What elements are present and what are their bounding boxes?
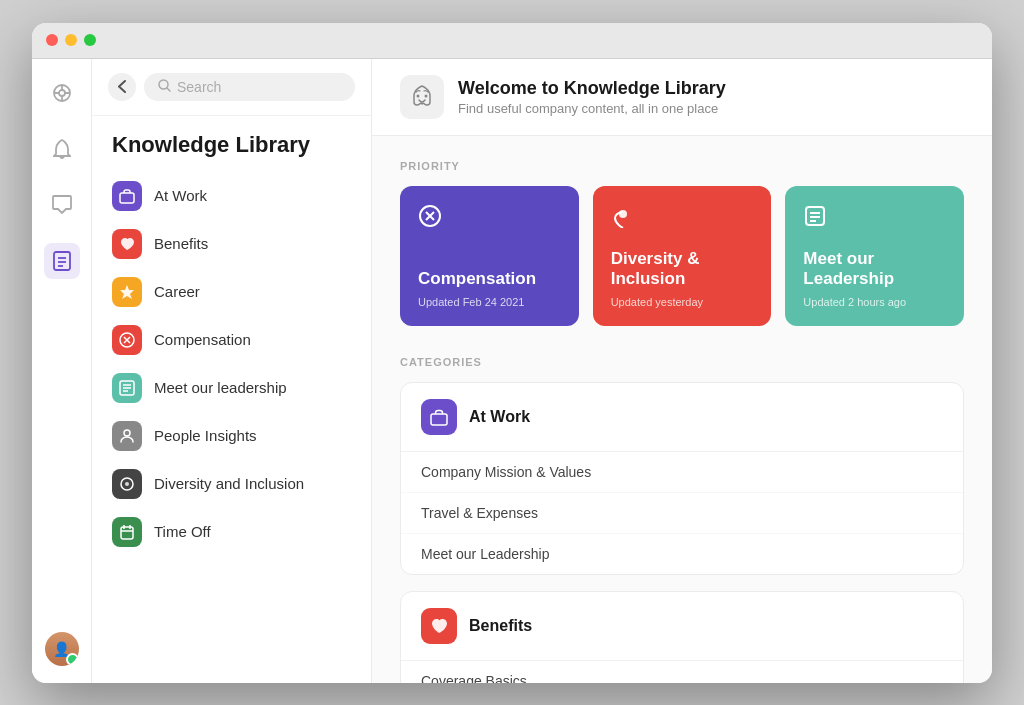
card-icon	[803, 204, 946, 234]
workspace-icon[interactable]	[44, 75, 80, 111]
card-updated: Updated 2 hours ago	[803, 296, 946, 308]
nav-item-label: Benefits	[154, 235, 208, 252]
sidebar-item[interactable]: People Insights	[92, 412, 371, 460]
nav-item-label: Meet our leadership	[154, 379, 287, 396]
header-icon	[400, 75, 444, 119]
left-panel: Knowledge Library At Work Benefits Caree…	[92, 59, 372, 683]
notification-icon[interactable]	[44, 131, 80, 167]
priority-card[interactable]: Compensation Updated Feb 24 2021	[400, 186, 579, 326]
icon-nav: 👤	[32, 59, 92, 683]
category-icon	[421, 608, 457, 644]
header-text: Welcome to Knowledge Library Find useful…	[458, 78, 726, 116]
category-name: Benefits	[469, 617, 532, 635]
chat-icon[interactable]	[44, 187, 80, 223]
card-updated: Updated yesterday	[611, 296, 754, 308]
card-title: Meet our Leadership	[803, 249, 946, 290]
category-icon	[421, 399, 457, 435]
nav-item-label: Compensation	[154, 331, 251, 348]
categories-label: CATEGORIES	[400, 356, 964, 368]
search-input-wrap[interactable]	[144, 73, 355, 101]
sidebar-item[interactable]: Diversity and Inclusion	[92, 460, 371, 508]
nav-item-icon	[112, 229, 142, 259]
back-button[interactable]	[108, 73, 136, 101]
nav-item-label: At Work	[154, 187, 207, 204]
category-header: At Work	[401, 383, 963, 452]
card-title: Compensation	[418, 269, 561, 289]
category-block: At Work Company Mission & Values Travel …	[400, 382, 964, 575]
svg-point-23	[125, 482, 129, 486]
main-header: Welcome to Knowledge Library Find useful…	[372, 59, 992, 136]
svg-point-28	[417, 94, 420, 97]
svg-rect-6	[54, 252, 70, 270]
nav-item-icon	[112, 277, 142, 307]
avatar-icon[interactable]: 👤	[44, 631, 80, 667]
sidebar-item[interactable]: Meet our leadership	[92, 364, 371, 412]
traffic-lights	[46, 34, 96, 46]
nav-item-label: Career	[154, 283, 200, 300]
svg-rect-24	[121, 527, 133, 539]
sidebar-item[interactable]: Career	[92, 268, 371, 316]
nav-item-label: Time Off	[154, 523, 211, 540]
close-button[interactable]	[46, 34, 58, 46]
category-block: Benefits Coverage Basics Health & Wellne…	[400, 591, 964, 683]
maximize-button[interactable]	[84, 34, 96, 46]
content-area: PRIORITY Compensation Updated Feb 24 202…	[372, 136, 992, 683]
priority-card[interactable]: Diversity & Inclusion Updated yesterday	[593, 186, 772, 326]
category-header: Benefits	[401, 592, 963, 661]
nav-item-icon	[112, 325, 142, 355]
sidebar-item[interactable]: Time Off	[92, 508, 371, 556]
category-item[interactable]: Company Mission & Values	[401, 452, 963, 493]
app-window: 👤	[32, 23, 992, 683]
main-content: Welcome to Knowledge Library Find useful…	[372, 59, 992, 683]
category-item[interactable]: Travel & Expenses	[401, 493, 963, 534]
svg-point-1	[59, 90, 65, 96]
app-body: 👤	[32, 59, 992, 683]
nav-item-icon	[112, 469, 142, 499]
nav-item-icon	[112, 373, 142, 403]
svg-rect-38	[431, 414, 447, 425]
card-icon	[611, 204, 754, 234]
svg-marker-13	[120, 285, 134, 299]
minimize-button[interactable]	[65, 34, 77, 46]
svg-point-21	[124, 430, 130, 436]
priority-card[interactable]: Meet our Leadership Updated 2 hours ago	[785, 186, 964, 326]
category-item[interactable]: Meet our Leadership	[401, 534, 963, 574]
nav-item-label: Diversity and Inclusion	[154, 475, 304, 492]
nav-item-label: People Insights	[154, 427, 257, 444]
priority-label: PRIORITY	[400, 160, 964, 172]
card-updated: Updated Feb 24 2021	[418, 296, 561, 308]
svg-rect-12	[120, 193, 134, 203]
sidebar-item[interactable]: Compensation	[92, 316, 371, 364]
priority-cards: Compensation Updated Feb 24 2021 Diversi…	[400, 186, 964, 326]
nav-list: At Work Benefits Career Compensation Mee…	[92, 168, 371, 683]
svg-point-29	[425, 94, 428, 97]
category-name: At Work	[469, 408, 530, 426]
svg-line-11	[167, 88, 170, 91]
card-title: Diversity & Inclusion	[611, 249, 754, 290]
search-bar	[92, 59, 371, 116]
header-title: Welcome to Knowledge Library	[458, 78, 726, 99]
search-input[interactable]	[177, 79, 341, 95]
titlebar	[32, 23, 992, 59]
library-icon[interactable]	[44, 243, 80, 279]
nav-item-icon	[112, 517, 142, 547]
nav-item-icon	[112, 421, 142, 451]
search-icon	[158, 79, 171, 95]
card-icon	[418, 204, 561, 234]
category-item[interactable]: Coverage Basics	[401, 661, 963, 683]
categories-section: At Work Company Mission & Values Travel …	[400, 382, 964, 683]
library-title: Knowledge Library	[92, 116, 371, 168]
nav-item-icon	[112, 181, 142, 211]
sidebar-item[interactable]: Benefits	[92, 220, 371, 268]
sidebar-item[interactable]: At Work	[92, 172, 371, 220]
header-subtitle: Find useful company content, all in one …	[458, 101, 726, 116]
